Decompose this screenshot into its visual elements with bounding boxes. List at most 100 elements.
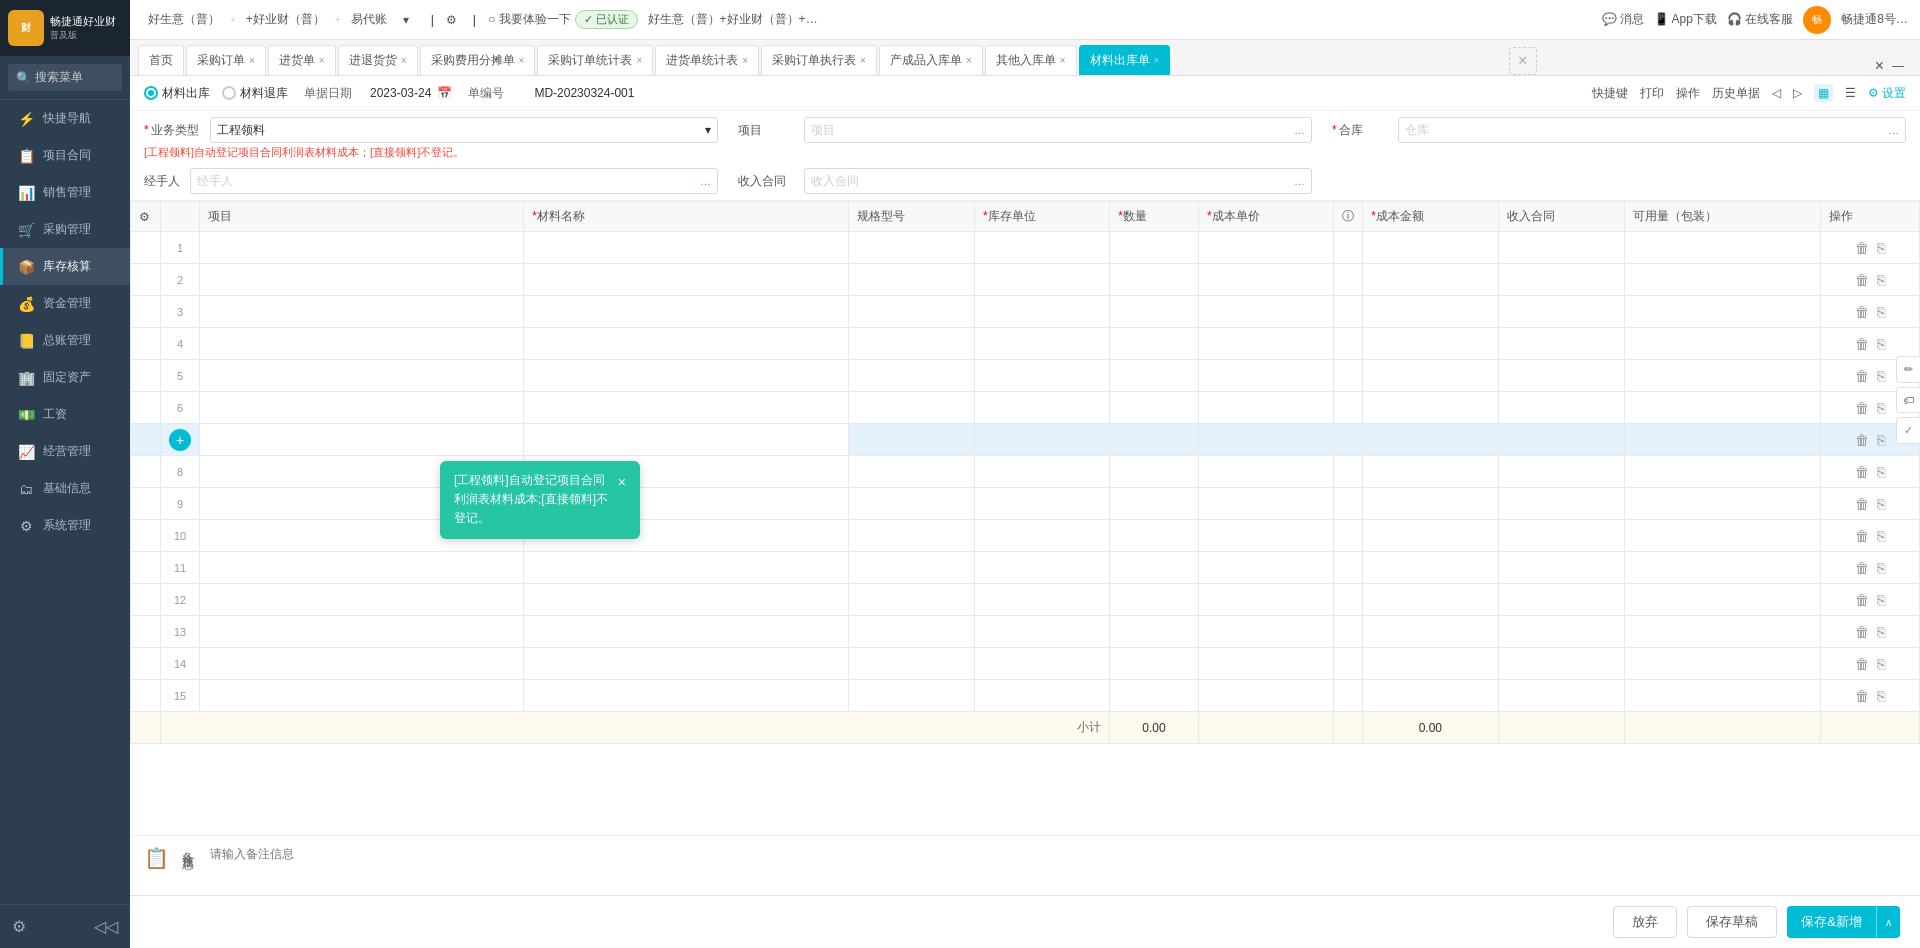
handler-select[interactable]: 经手人 …	[190, 168, 718, 194]
row-copy-btn[interactable]: ⎘	[1875, 592, 1887, 608]
project-link[interactable]: …	[1294, 124, 1305, 136]
radio-material-return[interactable]: 材料退库	[222, 85, 288, 102]
tab-purchase-exec[interactable]: 采购订单执行表×	[761, 45, 877, 75]
tab-close-goods-return[interactable]: ×	[401, 55, 407, 66]
row-delete-btn[interactable]: 🗑	[1853, 336, 1871, 352]
tab-close-purchase-exec[interactable]: ×	[860, 55, 866, 66]
warehouse-link[interactable]: …	[1888, 124, 1899, 136]
row-copy-btn[interactable]: ⎘	[1875, 464, 1887, 480]
income-contract-select[interactable]: 收入合同 …	[804, 168, 1312, 194]
gear-settings-btn[interactable]: ⚙	[446, 13, 457, 27]
grid-view-btn[interactable]: ▦	[1814, 84, 1833, 102]
sidebar-item-quick-nav[interactable]: ⚡ 快捷导航	[0, 100, 130, 137]
row-delete-btn[interactable]: 🗑	[1853, 464, 1871, 480]
row-copy-btn[interactable]: ⎘	[1875, 560, 1887, 576]
row-delete-btn[interactable]: 🗑	[1853, 496, 1871, 512]
collapse-button[interactable]: ◁◁	[90, 913, 122, 940]
row-copy-btn[interactable]: ⎘	[1875, 528, 1887, 544]
sidebar-item-sales[interactable]: 📊 销售管理	[0, 174, 130, 211]
tab-minimize[interactable]: —	[1892, 59, 1904, 73]
row-delete-btn[interactable]: 🗑	[1853, 560, 1871, 576]
add-row-button[interactable]: +	[169, 429, 191, 451]
sticky-tag-btn[interactable]: 🏷	[1896, 387, 1920, 413]
next-btn[interactable]: ▷	[1793, 86, 1802, 100]
tab-purchase-expense[interactable]: 采购费用分摊单×	[420, 45, 536, 75]
row-delete-btn[interactable]: 🗑	[1853, 624, 1871, 640]
row-delete-btn[interactable]: 🗑	[1853, 528, 1871, 544]
tab-purchase-stats[interactable]: 采购订单统计表×	[537, 45, 653, 75]
doc-settings-btn[interactable]: ⚙ 设置	[1868, 85, 1906, 102]
row-delete-btn[interactable]: 🗑	[1853, 432, 1871, 448]
row-delete-btn[interactable]: 🗑	[1853, 656, 1871, 672]
row-delete-btn[interactable]: 🗑	[1853, 592, 1871, 608]
tab-close-all[interactable]: ×	[1875, 57, 1884, 75]
online-service-btn[interactable]: 🎧 在线客服	[1727, 11, 1793, 28]
add-tab-button[interactable]: ×	[1509, 47, 1537, 75]
tab-purchase-order[interactable]: 采购订单×	[186, 45, 266, 75]
row-copy-btn[interactable]: ⎘	[1875, 304, 1887, 320]
tab-close-other-storage[interactable]: ×	[1060, 55, 1066, 66]
tab-close-purchase-expense[interactable]: ×	[519, 55, 525, 66]
list-view-btn[interactable]: ☰	[1845, 86, 1856, 100]
sidebar-item-salary[interactable]: 💵 工资	[0, 396, 130, 433]
row-copy-btn[interactable]: ⎘	[1875, 240, 1887, 256]
row-copy-btn[interactable]: ⎘	[1875, 656, 1887, 672]
topnav-good-wealth[interactable]: +好业财（普）	[240, 9, 331, 30]
sidebar-item-management[interactable]: 📈 经营管理	[0, 433, 130, 470]
tab-close-product-storage[interactable]: ×	[966, 55, 972, 66]
topnav-extra[interactable]: 好生意（普）+好业财（普）+…	[642, 9, 824, 30]
sidebar-item-purchase[interactable]: 🛒 采购管理	[0, 211, 130, 248]
row-delete-btn[interactable]: 🗑	[1853, 688, 1871, 704]
tab-product-storage[interactable]: 产成品入库单×	[879, 45, 983, 75]
app-download-btn[interactable]: 📱 App下载	[1654, 11, 1717, 28]
trial-btn[interactable]: ○ 我要体验一下	[488, 11, 571, 28]
sidebar-item-ledger[interactable]: 📒 总账管理	[0, 322, 130, 359]
sidebar-item-fixed-assets[interactable]: 🏢 固定资产	[0, 359, 130, 396]
row-delete-btn[interactable]: 🗑	[1853, 240, 1871, 256]
th-settings[interactable]: ⚙	[131, 202, 161, 232]
tab-close-goods-receipt[interactable]: ×	[319, 55, 325, 66]
sticky-edit-btn[interactable]: ✏	[1896, 356, 1920, 383]
sticky-check-btn[interactable]: ✓	[1896, 417, 1920, 444]
message-btn[interactable]: 💬 消息	[1602, 11, 1644, 28]
settings-button[interactable]: ⚙	[8, 913, 30, 940]
shortcut-btn[interactable]: 快捷键	[1592, 85, 1628, 102]
project-select[interactable]: 项目 …	[804, 117, 1312, 143]
handler-link[interactable]: …	[700, 175, 711, 187]
tab-goods-stats[interactable]: 进货单统计表×	[655, 45, 759, 75]
tab-material-out[interactable]: 材料出库单×	[1079, 45, 1171, 75]
save-draft-button[interactable]: 保存草稿	[1687, 906, 1777, 938]
tab-home[interactable]: 首页	[138, 45, 184, 75]
discard-button[interactable]: 放弃	[1613, 906, 1677, 938]
row-delete-btn[interactable]: 🗑	[1853, 368, 1871, 384]
tab-goods-receipt[interactable]: 进货单×	[268, 45, 336, 75]
sidebar-item-base-info[interactable]: 🗂 基础信息	[0, 470, 130, 507]
cell-input-material[interactable]	[532, 433, 839, 447]
tab-close-purchase-stats[interactable]: ×	[636, 55, 642, 66]
search-menu-button[interactable]: 🔍 搜索菜单	[8, 64, 122, 91]
row-copy-btn[interactable]: ⎘	[1875, 496, 1887, 512]
sidebar-item-project-contract[interactable]: 📋 项目合同	[0, 137, 130, 174]
radio-material-out[interactable]: 材料出库	[144, 85, 210, 102]
save-new-main[interactable]: 保存&新增	[1787, 913, 1876, 931]
tab-close-purchase-order[interactable]: ×	[249, 55, 255, 66]
sidebar-item-inventory[interactable]: 📦 库存核算	[0, 248, 130, 285]
topnav-good-biz[interactable]: 好生意（普）	[142, 9, 226, 30]
income-contract-link[interactable]: …	[1294, 175, 1305, 187]
topnav-dropdown[interactable]: ▾	[397, 11, 415, 29]
sidebar-item-finance[interactable]: 💰 资金管理	[0, 285, 130, 322]
history-btn[interactable]: 历史单据	[1712, 85, 1760, 102]
row-copy-btn[interactable]: ⎘	[1875, 272, 1887, 288]
operations-btn[interactable]: 操作	[1676, 85, 1700, 102]
row-delete-btn[interactable]: 🗑	[1853, 272, 1871, 288]
tab-close-material-out[interactable]: ×	[1154, 55, 1160, 66]
tab-close-goods-stats[interactable]: ×	[742, 55, 748, 66]
remarks-input[interactable]	[206, 842, 1906, 882]
cell-input-project[interactable]	[208, 433, 515, 447]
username-btn[interactable]: 畅捷通8号…	[1841, 11, 1908, 28]
row-delete-btn[interactable]: 🗑	[1853, 304, 1871, 320]
tooltip-close[interactable]: ×	[618, 471, 626, 493]
save-new-arrow[interactable]: ∧	[1876, 906, 1900, 938]
row-copy-btn[interactable]: ⎘	[1875, 336, 1887, 352]
row-copy-btn[interactable]: ⎘	[1875, 368, 1887, 384]
